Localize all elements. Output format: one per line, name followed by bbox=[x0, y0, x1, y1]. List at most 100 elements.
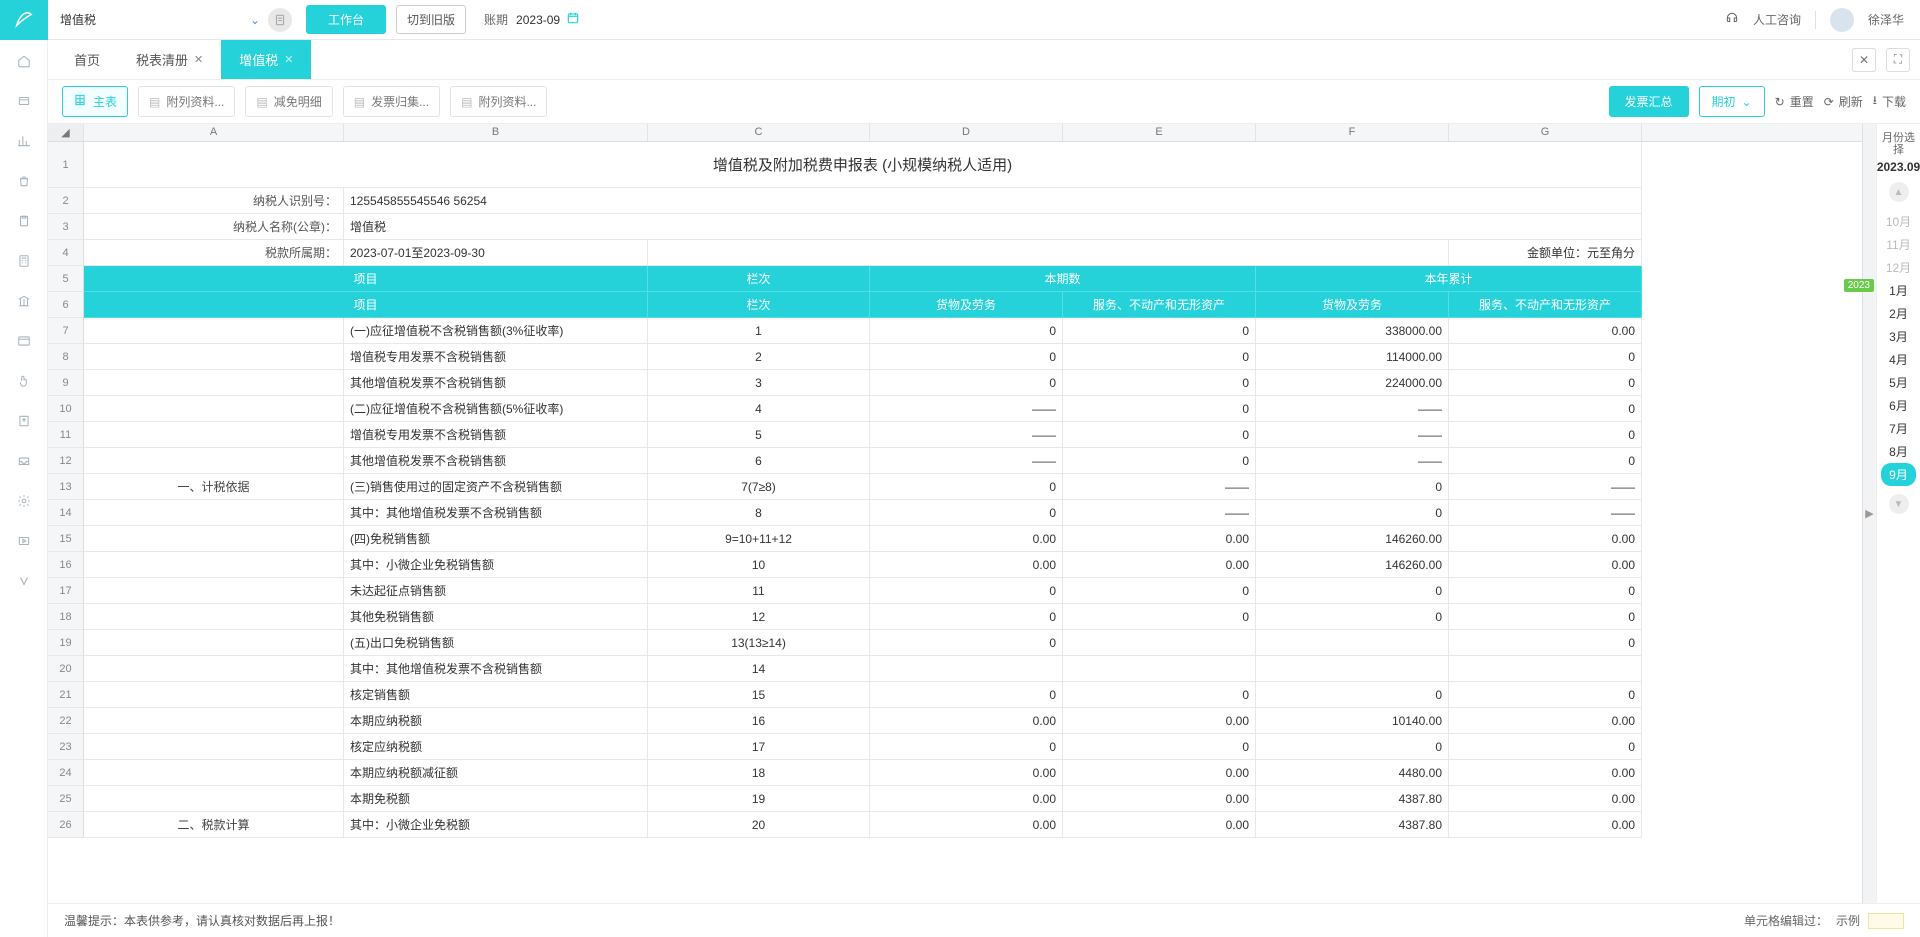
row-header[interactable]: 4 bbox=[48, 240, 84, 266]
cell-year-goods[interactable]: —— bbox=[1256, 396, 1449, 422]
old-version-button[interactable]: 切到旧版 bbox=[396, 5, 466, 34]
cell-year-services[interactable]: 0.00 bbox=[1449, 708, 1642, 734]
video-icon[interactable] bbox=[13, 530, 35, 552]
col-D[interactable]: D bbox=[870, 124, 1063, 141]
username[interactable]: 徐泽华 bbox=[1868, 11, 1904, 28]
cell-current-goods[interactable]: 0 bbox=[870, 318, 1063, 344]
cell-year-goods[interactable]: 0 bbox=[1256, 682, 1449, 708]
row-header[interactable]: 12 bbox=[48, 448, 84, 474]
cell-year-goods[interactable]: 224000.00 bbox=[1256, 370, 1449, 396]
gear-icon[interactable] bbox=[13, 490, 35, 512]
row-header[interactable]: 18 bbox=[48, 604, 84, 630]
cell-current-services[interactable]: 0 bbox=[1063, 448, 1256, 474]
cell-year-services[interactable]: 0.00 bbox=[1449, 786, 1642, 812]
cell-year-goods[interactable]: 4387.80 bbox=[1256, 786, 1449, 812]
cell-current-services[interactable] bbox=[1063, 656, 1256, 682]
row-header[interactable]: 10 bbox=[48, 396, 84, 422]
sheet-body[interactable]: 1增值税及附加税费申报表 (小规模纳税人适用)2纳税人识别号：125545855… bbox=[48, 142, 1862, 903]
month-option[interactable]: 3月 bbox=[1877, 325, 1920, 348]
avatar[interactable] bbox=[1830, 8, 1854, 32]
cell-year-goods[interactable] bbox=[1256, 656, 1449, 682]
cell-year-services[interactable]: 0.00 bbox=[1449, 812, 1642, 838]
cell-current-services[interactable]: 0.00 bbox=[1063, 786, 1256, 812]
row-header[interactable]: 14 bbox=[48, 500, 84, 526]
cell-year-goods[interactable]: 4387.80 bbox=[1256, 812, 1449, 838]
cell-year-services[interactable]: 0 bbox=[1449, 734, 1642, 760]
cell-current-services[interactable]: 0.00 bbox=[1063, 526, 1256, 552]
card-icon[interactable] bbox=[13, 90, 35, 112]
cell-current-goods[interactable]: 0 bbox=[870, 630, 1063, 656]
download-button[interactable]: ⭳下载 bbox=[1873, 91, 1906, 112]
cell-year-goods[interactable]: 146260.00 bbox=[1256, 552, 1449, 578]
cell-year-goods[interactable]: —— bbox=[1256, 422, 1449, 448]
cell-current-goods[interactable]: —— bbox=[870, 396, 1063, 422]
export-icon[interactable] bbox=[13, 410, 35, 432]
invoice-summary-button[interactable]: 发票汇总 bbox=[1609, 86, 1689, 117]
cell-current-services[interactable]: 0 bbox=[1063, 682, 1256, 708]
row-header[interactable]: 15 bbox=[48, 526, 84, 552]
month-option[interactable]: 5月 bbox=[1877, 371, 1920, 394]
cell-current-services[interactable]: 0 bbox=[1063, 370, 1256, 396]
cell-year-services[interactable] bbox=[1449, 656, 1642, 682]
subtab-appendix2[interactable]: ▤附列资料... bbox=[450, 86, 547, 117]
cell-current-goods[interactable]: 0.00 bbox=[870, 786, 1063, 812]
cell-current-services[interactable]: 0 bbox=[1063, 396, 1256, 422]
subtab-deduction[interactable]: ▤减免明细 bbox=[245, 86, 332, 117]
inbox-icon[interactable] bbox=[13, 450, 35, 472]
chart-icon[interactable] bbox=[13, 130, 35, 152]
cell-current-services[interactable]: 0.00 bbox=[1063, 812, 1256, 838]
row-header[interactable]: 25 bbox=[48, 786, 84, 812]
cell-current-services[interactable]: 0 bbox=[1063, 604, 1256, 630]
cell-current-goods[interactable]: 0 bbox=[870, 370, 1063, 396]
prev-year-icon[interactable]: ▲ bbox=[1889, 182, 1909, 202]
cell-year-services[interactable]: 0.00 bbox=[1449, 552, 1642, 578]
cell-year-services[interactable]: —— bbox=[1449, 474, 1642, 500]
cell-current-services[interactable]: 0.00 bbox=[1063, 552, 1256, 578]
clipboard-icon[interactable] bbox=[13, 210, 35, 232]
cell-year-goods[interactable]: 0 bbox=[1256, 734, 1449, 760]
reset-button[interactable]: ↻重置 bbox=[1775, 93, 1814, 110]
cell-year-services[interactable]: 0 bbox=[1449, 396, 1642, 422]
select-all-corner[interactable]: ◢ bbox=[48, 124, 84, 141]
calendar-icon[interactable] bbox=[566, 11, 580, 28]
cell-current-goods[interactable]: 0.00 bbox=[870, 760, 1063, 786]
row-header[interactable]: 7 bbox=[48, 318, 84, 344]
cell-current-services[interactable]: 0 bbox=[1063, 578, 1256, 604]
cell-current-goods[interactable]: 0.00 bbox=[870, 708, 1063, 734]
cell-current-goods[interactable]: 0 bbox=[870, 734, 1063, 760]
cell-current-services[interactable]: 0 bbox=[1063, 318, 1256, 344]
cell-year-goods[interactable]: 0 bbox=[1256, 578, 1449, 604]
cell-year-services[interactable]: 0 bbox=[1449, 422, 1642, 448]
row-header[interactable]: 21 bbox=[48, 682, 84, 708]
close-all-icon[interactable]: ✕ bbox=[1852, 48, 1876, 72]
subtab-main[interactable]: 主表 bbox=[62, 86, 128, 117]
cell-year-goods[interactable]: 0 bbox=[1256, 604, 1449, 630]
doc-icon[interactable] bbox=[268, 8, 292, 32]
month-option[interactable]: 9月 bbox=[1881, 463, 1916, 486]
period-value[interactable]: 2023-09 bbox=[516, 13, 560, 27]
cell-current-services[interactable]: —— bbox=[1063, 474, 1256, 500]
row-header[interactable]: 20 bbox=[48, 656, 84, 682]
row-header[interactable]: 8 bbox=[48, 344, 84, 370]
cell-year-services[interactable]: —— bbox=[1449, 500, 1642, 526]
cell-year-goods[interactable]: 338000.00 bbox=[1256, 318, 1449, 344]
col-E[interactable]: E bbox=[1063, 124, 1256, 141]
row-header[interactable]: 17 bbox=[48, 578, 84, 604]
cell-current-services[interactable]: 0.00 bbox=[1063, 760, 1256, 786]
cell-year-goods[interactable]: 0 bbox=[1256, 500, 1449, 526]
bag-icon[interactable] bbox=[13, 170, 35, 192]
cell-year-goods[interactable]: 0 bbox=[1256, 474, 1449, 500]
row-header[interactable]: 3 bbox=[48, 214, 84, 240]
tab-home[interactable]: 首页 bbox=[56, 40, 118, 79]
tab-vat[interactable]: 增值税✕ bbox=[221, 40, 311, 79]
cell-current-goods[interactable]: —— bbox=[870, 422, 1063, 448]
cell-current-goods[interactable]: 0 bbox=[870, 344, 1063, 370]
month-option[interactable]: 6月 bbox=[1877, 394, 1920, 417]
subtab-appendix1[interactable]: ▤附列资料... bbox=[138, 86, 235, 117]
cell-year-services[interactable]: 0 bbox=[1449, 682, 1642, 708]
v-icon[interactable] bbox=[13, 570, 35, 592]
col-G[interactable]: G bbox=[1449, 124, 1642, 141]
cell-current-goods[interactable]: 0 bbox=[870, 578, 1063, 604]
row-header[interactable]: 9 bbox=[48, 370, 84, 396]
next-year-icon[interactable]: ▼ bbox=[1889, 494, 1909, 514]
